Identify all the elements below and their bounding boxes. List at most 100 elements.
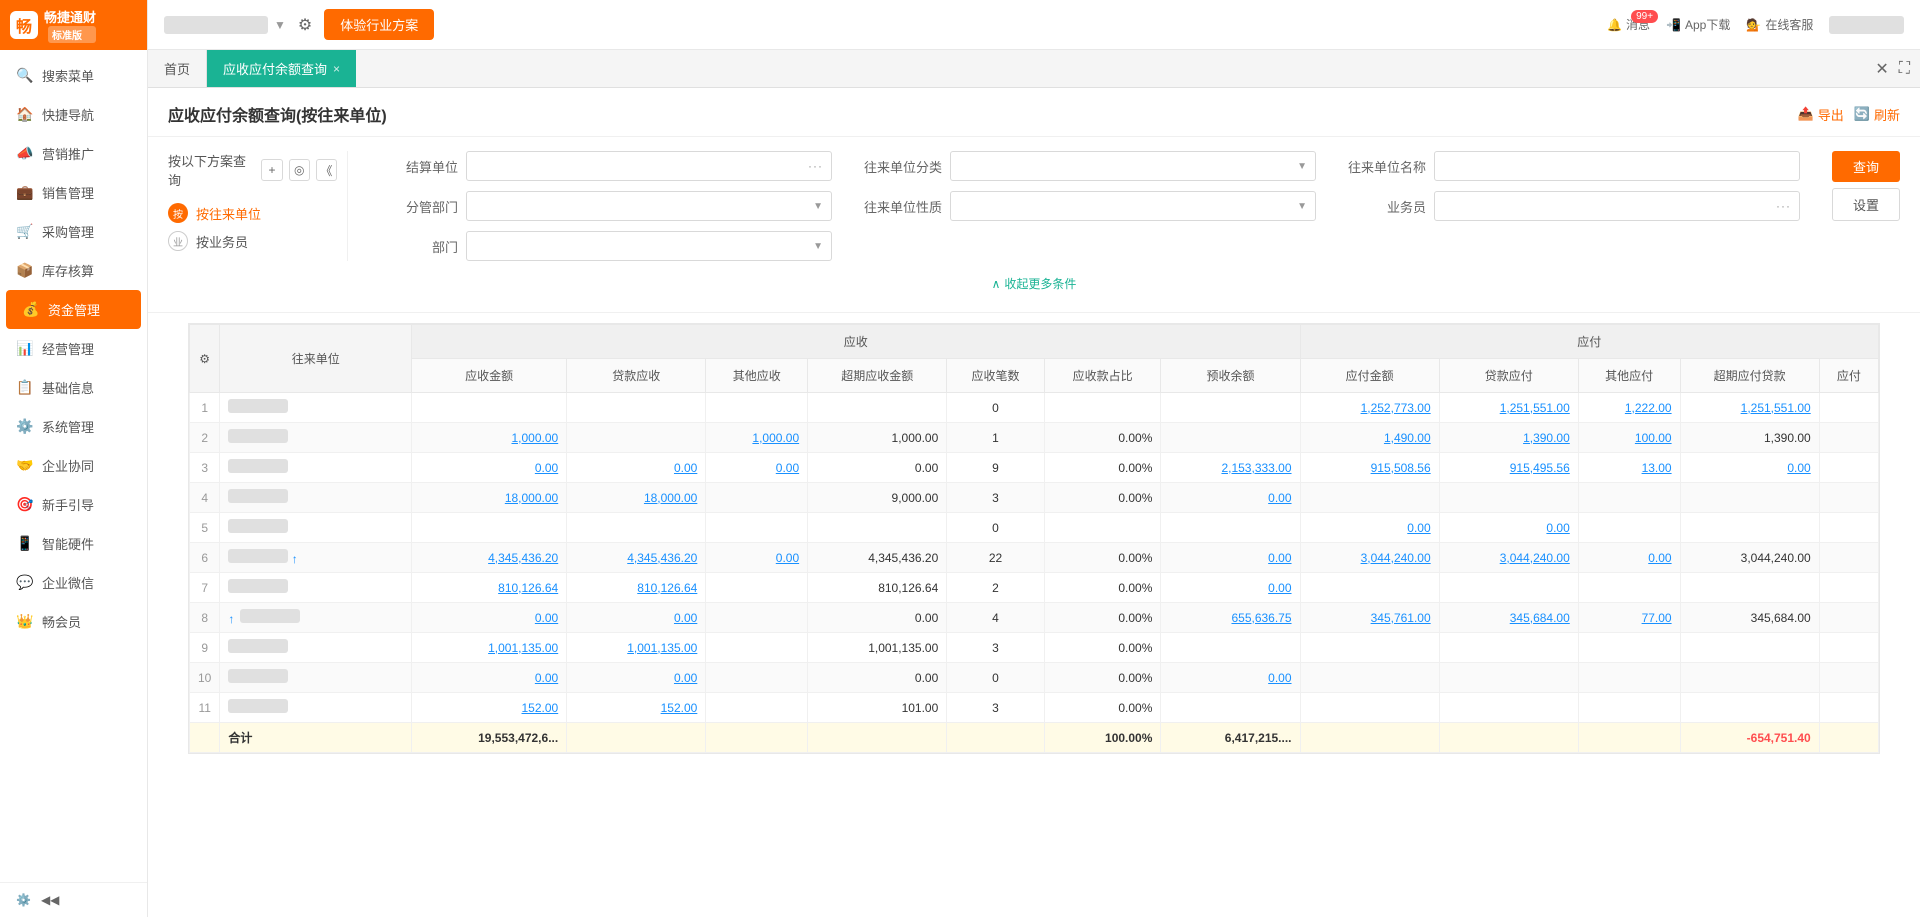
chevron-down-icon: ▼ [813,201,823,212]
scheme-item-salesperson[interactable]: 业 按业务员 [168,227,337,255]
sidebar-item-quick-nav[interactable]: 🏠 快捷导航 [0,95,147,134]
sidebar-item-inventory[interactable]: 📦 库存核算 [0,251,147,290]
pay-amount: 1,252,773.00 [1300,393,1439,423]
filter-collapse-btn[interactable]: 《 [316,159,337,181]
recv-amount: 18,000.00 [412,483,567,513]
sidebar-item-operation[interactable]: 📊 经营管理 [0,329,147,368]
pay-extra [1819,543,1878,573]
other-pay [1578,483,1680,513]
online-service-area[interactable]: 💁 在线客服 [1746,16,1813,33]
th-settings[interactable]: ⚙ [190,325,220,393]
solution-btn[interactable]: 体验行业方案 [324,9,434,40]
filter-icon-btn[interactable]: ◎ [289,159,310,181]
pay-extra [1819,453,1878,483]
dept-select[interactable]: ▼ [466,231,832,261]
sidebar-item-label: 搜索菜单 [42,66,94,85]
partner-nature-select[interactable]: ▼ [950,191,1316,221]
loan-pay: 1,390.00 [1439,423,1578,453]
sidebar-item-corp-wechat[interactable]: 💬 企业微信 [0,563,147,602]
sidebar-item-finance[interactable]: 💰 资金管理 [6,290,141,329]
sidebar-item-marketing[interactable]: 📣 营销推广 [0,134,147,173]
sidebar-item-basic-info[interactable]: 📋 基础信息 [0,368,147,407]
tab-home[interactable]: 首页 [148,50,207,87]
tab-fullscreen-icon[interactable]: ⛶ [1899,60,1910,78]
row-num: 5 [190,513,220,543]
pay-amount: 1,490.00 [1300,423,1439,453]
setting-button[interactable]: 设置 [1832,188,1900,221]
loan-recv: 18,000.00 [567,483,706,513]
prepay: 0.00 [1161,663,1300,693]
notification-badge: 99+ [1631,10,1658,23]
salesperson-input[interactable]: ··· [1434,191,1800,221]
row-num: 7 [190,573,220,603]
pay-extra [1819,573,1878,603]
pay-extra [1819,663,1878,693]
tab-close-window-icon[interactable]: ✕ [1875,59,1888,79]
table-row: 1 0 1,252,773.00 [190,393,1879,423]
user-avatar-blurred[interactable]: Rit [1829,16,1904,34]
prepay: 2,153,333.00 [1161,453,1300,483]
prepay [1161,693,1300,723]
tab-active[interactable]: 应收应付余额查询 × [207,50,356,87]
add-filter-btn[interactable]: + [261,159,282,181]
sidebar-item-corp-collab[interactable]: 🤝 企业协同 [0,446,147,485]
other-recv [706,633,808,663]
scheme-icon-partner: 按 [168,203,188,223]
corp-collab-icon: 🤝 [16,457,34,474]
online-service-icon: 💁 [1746,18,1761,32]
pay-amount [1300,663,1439,693]
table-row: 3 0.00 0.00 0.00 0.00 9 0.00% 2,153,333.… [190,453,1879,483]
app-download-area[interactable]: 📲 App下载 [1666,16,1730,33]
sidebar-item-label: 畅会员 [42,612,81,631]
sidebar-item-sales[interactable]: 💼 销售管理 [0,173,147,212]
newbie-icon: 🎯 [16,496,34,513]
system-icon: ⚙️ [16,418,34,435]
filter-label-salesperson: 业务员 [1336,197,1426,216]
breadcrumb-chevron: ▼ [274,18,286,32]
sidebar-item-search-menu[interactable]: 🔍 搜索菜单 [0,56,147,95]
pay-extra [1819,393,1878,423]
sidebar-item-smart-hw[interactable]: 📱 智能硬件 [0,524,147,563]
th-pay-amount: 应付金额 [1300,359,1439,393]
breadcrumb: xxxx ▼ [164,16,286,34]
settings-bottom-icon[interactable]: ⚙️ [16,893,31,907]
partner-category-select[interactable]: ▼ [950,151,1316,181]
partner-cell: ↑ [220,543,412,573]
recv-pct: 0.00% [1044,573,1161,603]
gear-button[interactable]: ⚙ [298,15,312,35]
sidebar-item-purchase[interactable]: 🛒 采购管理 [0,212,147,251]
th-pay-extra: 应付 [1819,359,1878,393]
partner-name-input[interactable] [1434,151,1800,181]
sidebar-item-newbie[interactable]: 🎯 新手引导 [0,485,147,524]
collapse-filter-btn[interactable]: ∧ 收起更多条件 [986,269,1083,298]
overdue-recv: 0.00 [808,663,947,693]
notification-area[interactable]: 🔔 消息 99+ [1607,16,1650,33]
recv-pct: 0.00% [1044,603,1161,633]
scheme-item-partner[interactable]: 按 按往来单位 [168,199,337,227]
top-bar-right: 🔔 消息 99+ 📲 App下载 💁 在线客服 Rit [1607,16,1904,34]
purchase-icon: 🛒 [16,223,34,240]
table-row: 5 0 0.00 0.00 [190,513,1879,543]
sidebar-item-system[interactable]: ⚙️ 系统管理 [0,407,147,446]
th-recv-amount: 应收金额 [412,359,567,393]
partner-cell [220,483,412,513]
settlement-unit-input[interactable]: ··· [466,151,832,181]
sidebar-item-vip[interactable]: 👑 畅会员 [0,602,147,641]
corp-wechat-icon: 💬 [16,574,34,591]
top-bar: xxxx ▼ ⚙ 体验行业方案 🔔 消息 99+ 📲 App下载 💁 在线客服 [148,0,1920,50]
overdue-pay: 0.00 [1680,453,1819,483]
pay-extra [1819,633,1878,663]
tab-close-icon[interactable]: × [333,62,340,76]
export-button[interactable]: 📤 导出 [1798,105,1844,124]
row-num: 8 [190,603,220,633]
partner-cell [220,663,412,693]
loan-pay: 1,251,551.00 [1439,393,1578,423]
total-empty [190,723,220,753]
collapse-bottom-icon[interactable]: ◀◀ [41,893,59,907]
pay-amount: 345,761.00 [1300,603,1439,633]
recv-count: 3 [947,693,1044,723]
dept-manage-select[interactable]: ▼ [466,191,832,221]
refresh-button[interactable]: 🔄 刷新 [1854,105,1900,124]
query-button[interactable]: 查询 [1832,151,1900,182]
th-payable-group: 应付 [1300,325,1878,359]
